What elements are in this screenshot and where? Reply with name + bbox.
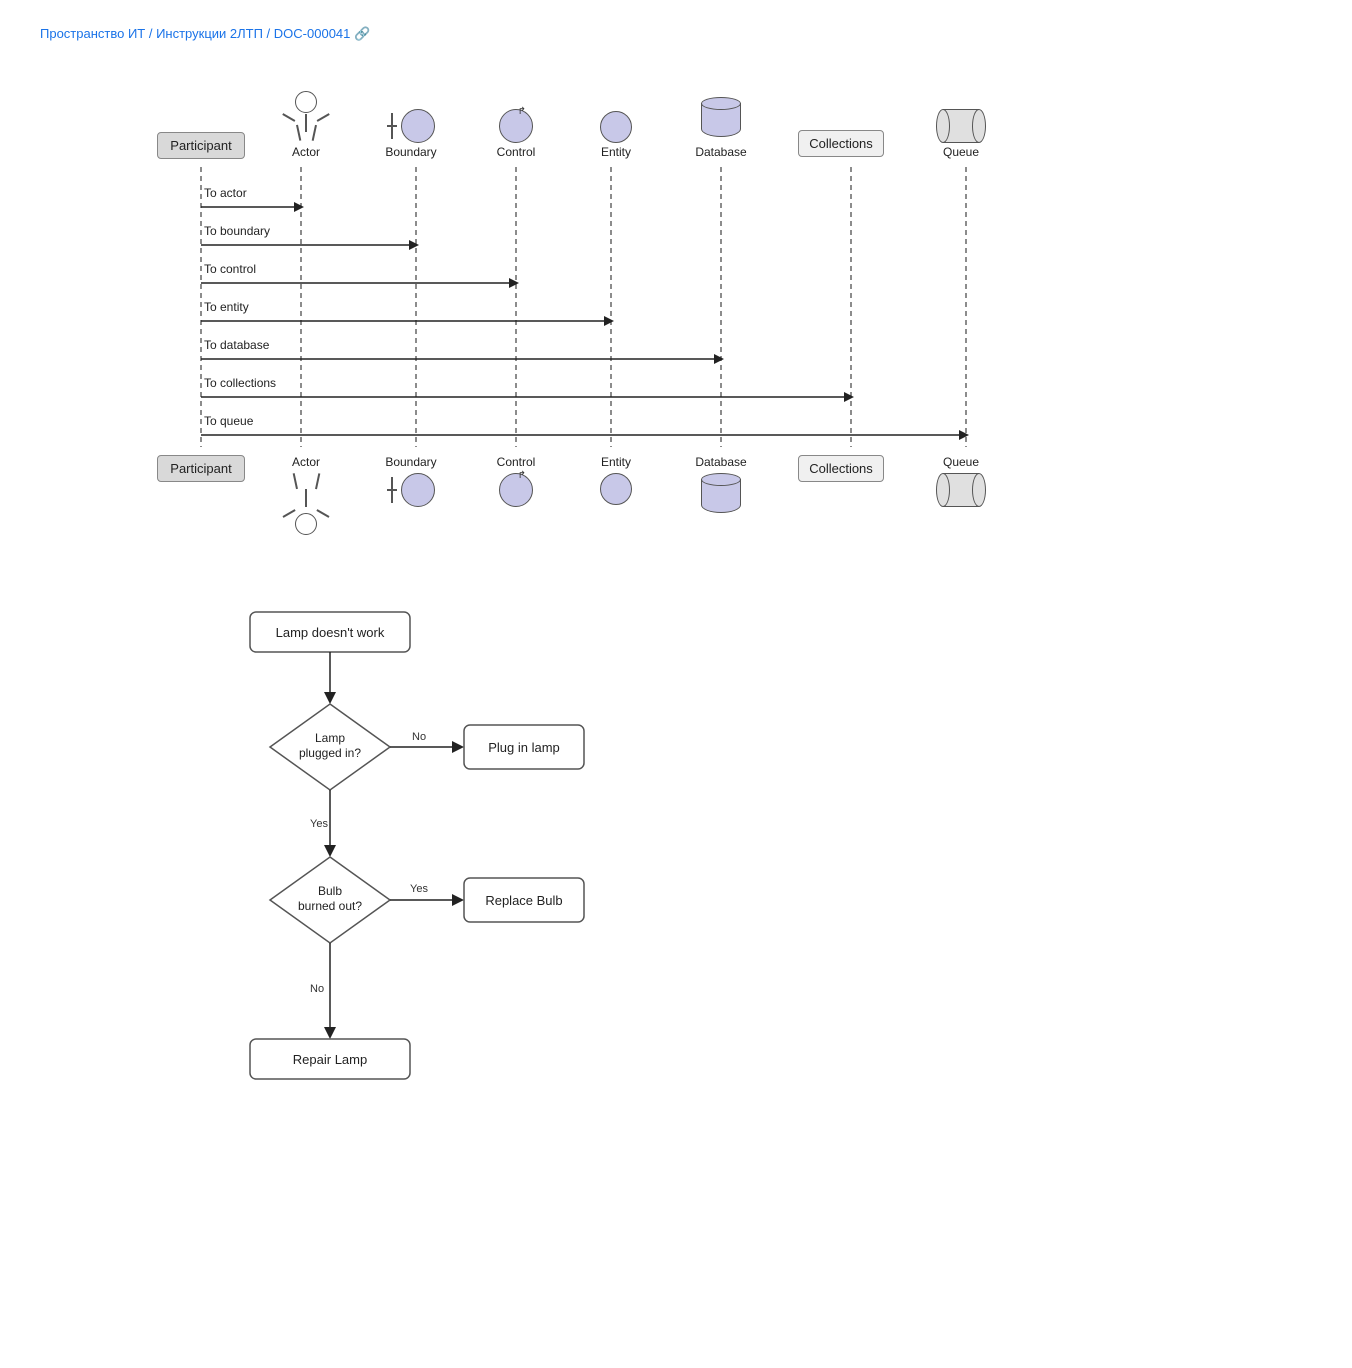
breadcrumb-text: Пространство ИТ / Инструкции 2ЛТП / DOC-… xyxy=(40,26,370,42)
page: Пространство ИТ / Инструкции 2ЛТП / DOC-… xyxy=(20,16,1332,1255)
seq-top-row: Participant Actor xyxy=(146,62,1206,167)
collections-label: Collections xyxy=(798,130,884,157)
sequence-diagram: Participant Actor xyxy=(146,62,1206,542)
svg-text:To database: To database xyxy=(204,338,270,352)
seq-messages-area: To actor To boundary To control To entit… xyxy=(146,167,1206,447)
svg-text:Replace Bulb: Replace Bulb xyxy=(485,893,562,908)
flowchart-svg: Lamp doesn't work Lamp plugged in? No Pl… xyxy=(200,602,760,1242)
seq-actor-bottom: Actor xyxy=(256,455,356,536)
svg-text:No: No xyxy=(310,983,324,995)
seq-entity: Entity xyxy=(566,111,666,159)
svg-text:Yes: Yes xyxy=(310,818,328,830)
svg-text:burned out?: burned out? xyxy=(298,899,362,913)
flowchart: Lamp doesn't work Lamp plugged in? No Pl… xyxy=(200,602,760,1245)
svg-text:To collections: To collections xyxy=(204,376,276,390)
svg-text:Lamp: Lamp xyxy=(315,731,345,745)
actor-label: Actor xyxy=(292,145,320,159)
seq-actor: Actor xyxy=(256,91,356,160)
seq-control-bottom: Control ↱ xyxy=(466,455,566,507)
svg-text:No: No xyxy=(412,731,426,743)
svg-text:plugged in?: plugged in? xyxy=(299,746,361,760)
seq-database-bottom: Database xyxy=(666,455,776,519)
boundary-label: Boundary xyxy=(385,145,436,159)
svg-text:To entity: To entity xyxy=(204,300,249,314)
participant-label: Participant xyxy=(157,132,244,159)
svg-text:To control: To control xyxy=(204,262,256,276)
svg-text:To actor: To actor xyxy=(204,186,247,200)
seq-boundary-bottom: Boundary xyxy=(356,455,466,507)
svg-text:To queue: To queue xyxy=(204,414,254,428)
database-label: Database xyxy=(695,145,746,159)
svg-text:Lamp doesn't work: Lamp doesn't work xyxy=(276,625,385,640)
svg-text:Repair Lamp: Repair Lamp xyxy=(293,1052,367,1067)
svg-text:Yes: Yes xyxy=(410,883,428,895)
svg-text:To boundary: To boundary xyxy=(204,224,270,238)
seq-boundary: Boundary xyxy=(356,109,466,159)
seq-collections: Collections xyxy=(776,130,906,159)
breadcrumb: Пространство ИТ / Инструкции 2ЛТП / DOC-… xyxy=(40,26,1312,42)
svg-text:Bulb: Bulb xyxy=(318,884,342,898)
seq-queue: Queue xyxy=(906,109,1016,159)
seq-bottom-row: Participant Actor xyxy=(146,447,1206,542)
seq-participant-box-bottom: Participant xyxy=(146,455,256,482)
queue-label: Queue xyxy=(943,145,979,159)
seq-entity-bottom: Entity xyxy=(566,455,666,505)
seq-svg: To actor To boundary To control To entit… xyxy=(146,167,1206,447)
seq-collections-bottom: Collections xyxy=(776,455,906,482)
svg-text:Plug in lamp: Plug in lamp xyxy=(488,740,560,755)
seq-participant-box: Participant xyxy=(146,132,256,159)
entity-label: Entity xyxy=(601,145,631,159)
seq-queue-bottom: Queue xyxy=(906,455,1016,507)
control-label: Control xyxy=(497,145,536,159)
seq-control: ↱ Control xyxy=(466,109,566,159)
seq-database: Database xyxy=(666,97,776,159)
